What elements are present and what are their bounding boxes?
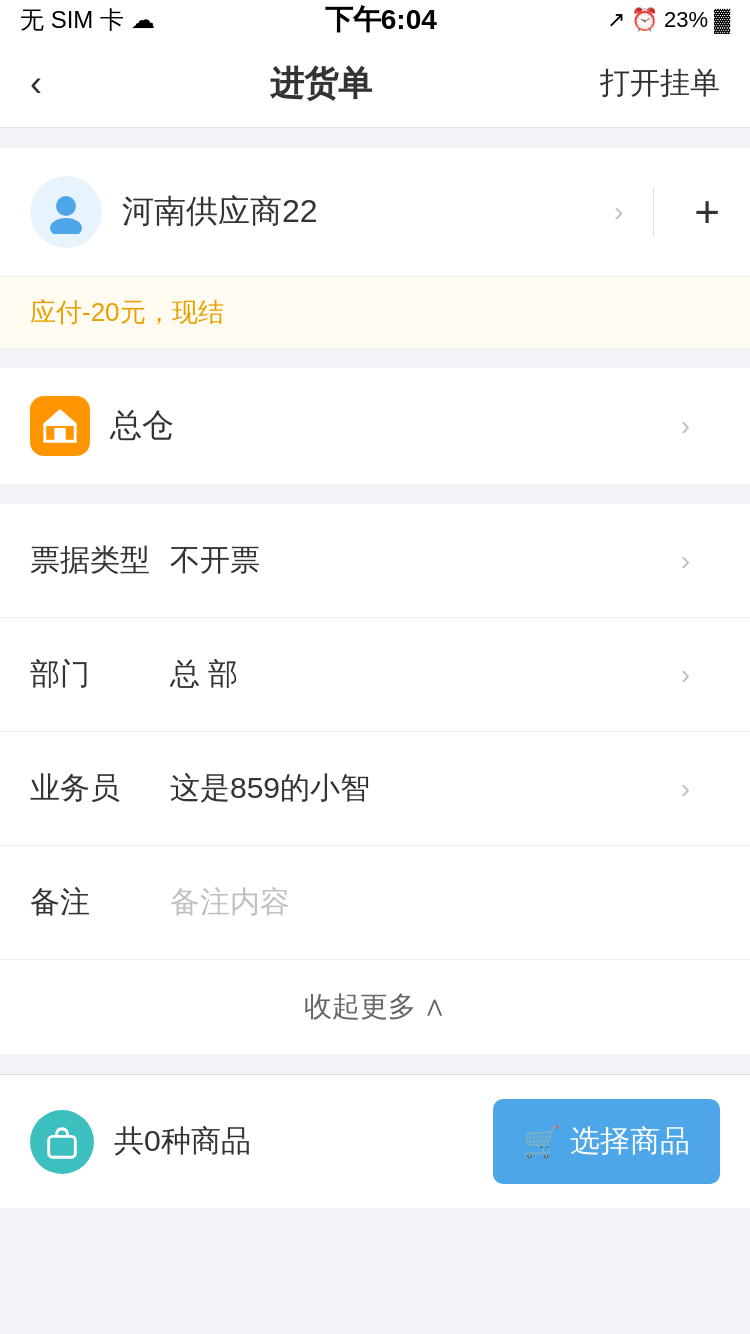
section-gap-3 bbox=[0, 484, 750, 504]
svg-marker-4 bbox=[43, 411, 77, 426]
form-section: 票据类型 不开票 › 部门 总 部 › 业务员 这是859的小智 › 备注 备注… bbox=[0, 504, 750, 1054]
section-gap-1 bbox=[0, 128, 750, 148]
supplier-chevron-icon: › bbox=[614, 196, 623, 228]
remark-label: 备注 bbox=[30, 882, 170, 923]
alarm-icon: ⏰ bbox=[631, 7, 658, 33]
collapse-button[interactable]: 收起更多 ∧ bbox=[0, 959, 750, 1054]
remark-input[interactable]: 备注内容 bbox=[170, 882, 720, 923]
salesperson-value: 这是859的小智 bbox=[170, 768, 681, 809]
salesperson-label: 业务员 bbox=[30, 768, 170, 809]
warehouse-row[interactable]: 总仓 › bbox=[0, 368, 750, 484]
status-right: ↗ ⏰ 23% ▓ bbox=[607, 7, 730, 33]
nav-bar: ‹ 进货单 打开挂单 bbox=[0, 40, 750, 128]
open-pending-button[interactable]: 打开挂单 bbox=[600, 63, 720, 104]
warning-banner: 应付-20元，现结 bbox=[0, 277, 750, 348]
select-product-label: 选择商品 bbox=[570, 1121, 690, 1162]
bag-icon bbox=[43, 1123, 81, 1161]
battery-level: 23% bbox=[664, 7, 708, 33]
status-bar: 无 SIM 卡 ☁ 下午6:04 ↗ ⏰ 23% ▓ bbox=[0, 0, 750, 40]
add-supplier-button[interactable]: + bbox=[694, 187, 720, 237]
warehouse-name: 总仓 bbox=[110, 404, 681, 448]
svg-point-1 bbox=[50, 218, 82, 234]
department-row[interactable]: 部门 总 部 › bbox=[0, 617, 750, 731]
page-background bbox=[0, 1208, 750, 1334]
department-value: 总 部 bbox=[170, 654, 681, 695]
product-count-icon bbox=[30, 1110, 94, 1174]
warehouse-chevron-icon: › bbox=[681, 410, 690, 442]
svg-rect-3 bbox=[54, 428, 65, 441]
vertical-divider bbox=[653, 187, 654, 237]
cart-plus-icon: 🛒 bbox=[523, 1124, 560, 1159]
department-label: 部门 bbox=[30, 654, 170, 695]
department-chevron: › bbox=[681, 659, 690, 691]
svg-rect-5 bbox=[49, 1136, 76, 1157]
page-title: 进货单 bbox=[270, 61, 372, 107]
supplier-name: 河南供应商22 bbox=[122, 190, 614, 234]
user-icon bbox=[44, 190, 88, 234]
sim-signal: 无 SIM 卡 ☁ bbox=[20, 4, 155, 36]
back-button[interactable]: ‹ bbox=[30, 63, 42, 105]
product-count-text: 共0种商品 bbox=[114, 1121, 493, 1162]
invoice-type-row[interactable]: 票据类型 不开票 › bbox=[0, 504, 750, 617]
select-product-button[interactable]: 🛒 选择商品 bbox=[493, 1099, 720, 1184]
invoice-type-label: 票据类型 bbox=[30, 540, 170, 581]
salesperson-row[interactable]: 业务员 这是859的小智 › bbox=[0, 731, 750, 845]
salesperson-chevron: › bbox=[681, 773, 690, 805]
battery-icon: ▓ bbox=[714, 7, 730, 33]
bottom-section: 共0种商品 🛒 选择商品 bbox=[0, 1074, 750, 1208]
supplier-section: 河南供应商22 › + 应付-20元，现结 bbox=[0, 148, 750, 348]
invoice-type-value: 不开票 bbox=[170, 540, 681, 581]
status-left: 无 SIM 卡 ☁ bbox=[20, 4, 155, 36]
remark-row[interactable]: 备注 备注内容 bbox=[0, 845, 750, 959]
supplier-row[interactable]: 河南供应商22 › + bbox=[0, 148, 750, 277]
location-icon: ↗ bbox=[607, 7, 625, 33]
warehouse-icon bbox=[30, 396, 90, 456]
status-time: 下午6:04 bbox=[325, 1, 437, 39]
house-icon bbox=[41, 407, 79, 445]
warehouse-section: 总仓 › bbox=[0, 368, 750, 484]
invoice-type-chevron: › bbox=[681, 545, 690, 577]
svg-point-0 bbox=[56, 196, 76, 216]
section-gap-4 bbox=[0, 1054, 750, 1074]
supplier-avatar bbox=[30, 176, 102, 248]
section-gap-2 bbox=[0, 348, 750, 368]
